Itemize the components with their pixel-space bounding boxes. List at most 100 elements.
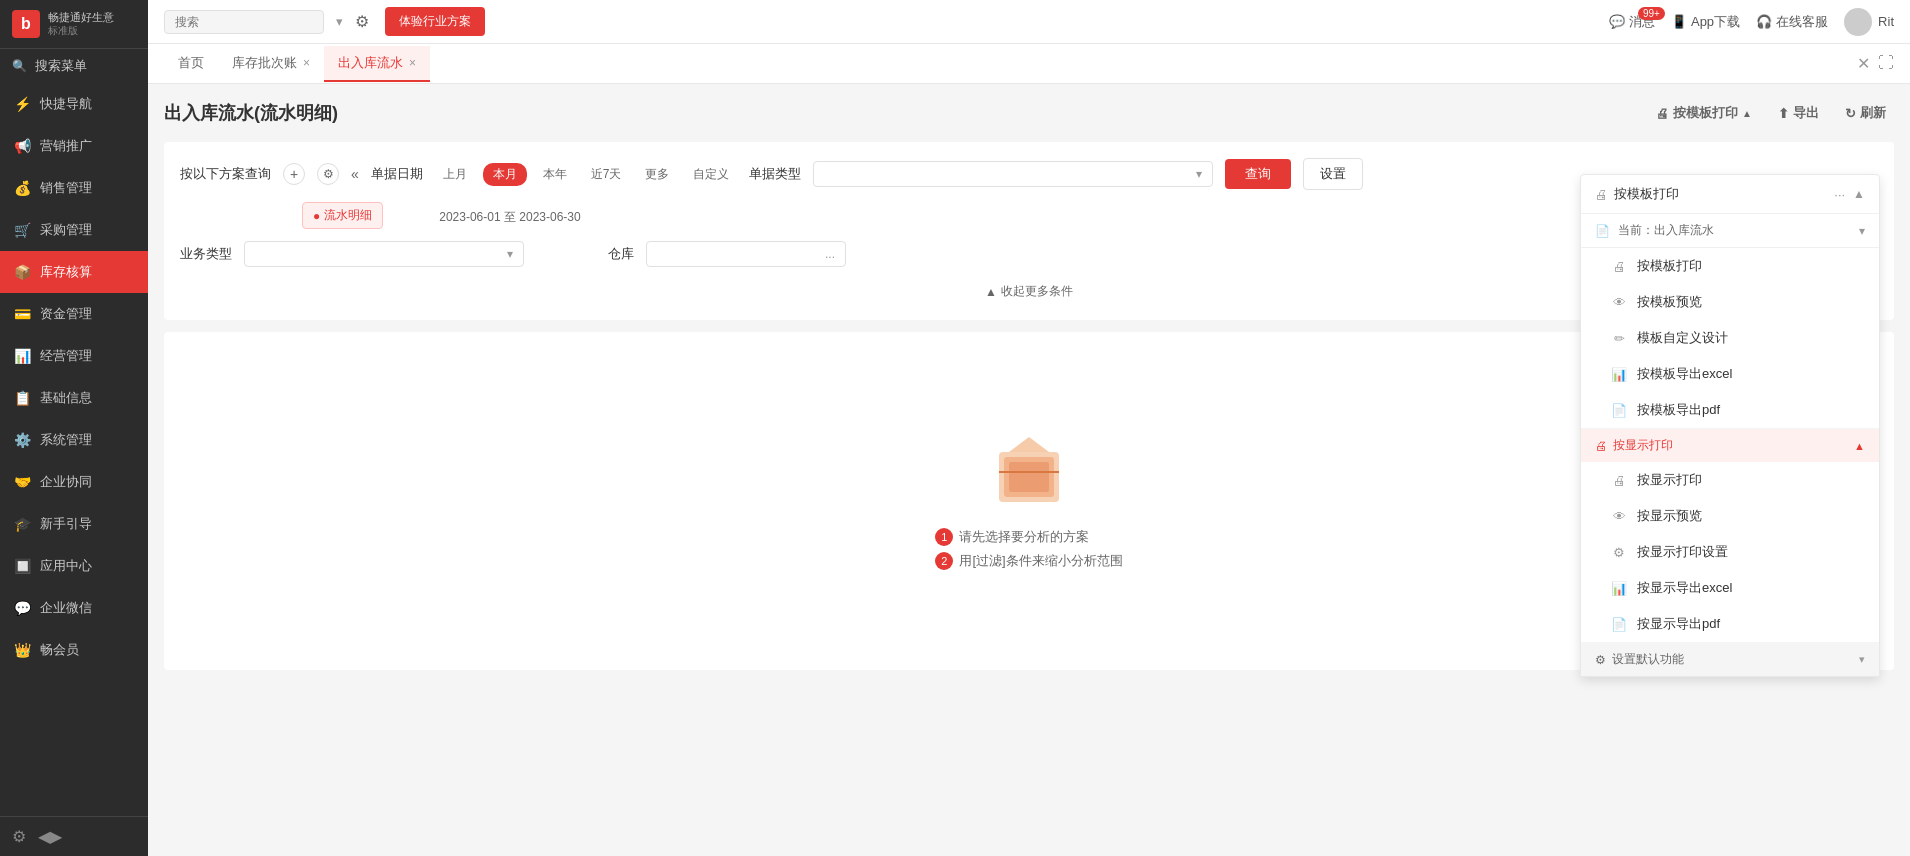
display-print-item[interactable]: 🖨 按显示打印 — [1581, 462, 1879, 498]
biz-type-dropdown-icon: ▾ — [507, 247, 513, 261]
date-last-month-btn[interactable]: 上月 — [435, 162, 475, 187]
print-icon-header: 🖨 — [1595, 187, 1608, 202]
warehouse-input[interactable]: ... — [646, 241, 846, 267]
warehouse-more-icon[interactable]: ... — [825, 247, 835, 261]
current-dropdown-icon[interactable]: ▾ — [1859, 224, 1865, 238]
sidebar-item-marketing[interactable]: 📢 营销推广 — [0, 125, 148, 167]
topbar: ▾ ⚙ 体验行业方案 💬 消息 99+ 📱 App下载 🎧 在线客服 Rit — [148, 0, 1910, 44]
filter-scheme-tag[interactable]: ● 流水明细 — [302, 202, 383, 229]
template-export-excel-item[interactable]: 📊 按模板导出excel — [1581, 356, 1879, 392]
empty-state: 1 请先选择要分析的方案 2 用[过滤]条件来缩小分析范围 — [915, 372, 1142, 630]
filter-add-btn[interactable]: + — [283, 163, 305, 185]
dropdown-collapse-icon[interactable]: ▲ — [1853, 187, 1865, 201]
sidebar-item-label: 系统管理 — [40, 431, 92, 449]
date-7days-btn[interactable]: 近7天 — [583, 162, 630, 187]
template-print-item-label: 按模板打印 — [1637, 257, 1702, 275]
date-current-month-btn[interactable]: 本月 — [483, 163, 527, 186]
topbar-dropdown-arrow[interactable]: ▾ — [336, 14, 343, 29]
trial-btn[interactable]: 体验行业方案 — [385, 7, 485, 36]
refresh-label: 刷新 — [1860, 104, 1886, 122]
topbar-search-input[interactable] — [164, 10, 324, 34]
tab-inventory-batch[interactable]: 库存批次账 × — [218, 46, 324, 82]
display-print-section-header[interactable]: 🖨 按显示打印 ▲ — [1581, 429, 1879, 462]
collapse-sidebar-icon[interactable]: ◀▶ — [38, 827, 62, 846]
date-current-year-btn[interactable]: 本年 — [535, 162, 575, 187]
biz-type-input[interactable]: ▾ — [244, 241, 524, 267]
sidebar-item-member[interactable]: 👑 畅会员 — [0, 629, 148, 671]
member-icon: 👑 — [12, 640, 32, 660]
display-preview-icon: 👁 — [1611, 508, 1627, 524]
app-version: 标准版 — [48, 24, 114, 38]
filter-collapse-btn[interactable]: « — [351, 166, 359, 182]
display-export-excel-item[interactable]: 📊 按显示导出excel — [1581, 570, 1879, 606]
tab-inout-flow[interactable]: 出入库流水 × — [324, 46, 430, 82]
display-print-collapse-icon[interactable]: ▲ — [1854, 440, 1865, 452]
tab-home[interactable]: 首页 — [164, 46, 218, 82]
default-settings-expand-icon[interactable]: ▾ — [1859, 653, 1865, 666]
template-custom-item[interactable]: ✏ 模板自定义设计 — [1581, 320, 1879, 356]
print-small-icon: 🖨 — [1611, 258, 1627, 274]
app-download-btn[interactable]: 📱 App下载 — [1671, 13, 1740, 31]
sidebar-item-apps[interactable]: 🔲 应用中心 — [0, 545, 148, 587]
tab-home-label: 首页 — [178, 54, 204, 72]
template-export-pdf-item[interactable]: 📄 按模板导出pdf — [1581, 392, 1879, 428]
date-custom-btn[interactable]: 自定义 — [685, 162, 737, 187]
sidebar-search-label: 搜索菜单 — [35, 57, 87, 75]
chevron-up-icon: ▲ — [1742, 108, 1752, 119]
svg-marker-4 — [1009, 437, 1049, 452]
export-label: 导出 — [1793, 104, 1819, 122]
template-preview-item[interactable]: 👁 按模板预览 — [1581, 284, 1879, 320]
sidebar-search-item[interactable]: 🔍 搜索菜单 — [0, 49, 148, 83]
template-print-item[interactable]: 🖨 按模板打印 — [1581, 248, 1879, 284]
search-icon: 🔍 — [12, 59, 27, 73]
display-export-pdf-label: 按显示导出pdf — [1637, 615, 1720, 633]
sidebar-item-guide[interactable]: 🎓 新手引导 — [0, 503, 148, 545]
marketing-icon: 📢 — [12, 136, 32, 156]
tab-inout-flow-close[interactable]: × — [409, 56, 416, 70]
window-close-btn[interactable]: ✕ — [1857, 54, 1870, 73]
display-print-item-label: 按显示打印 — [1637, 471, 1702, 489]
sidebar-item-label: 经营管理 — [40, 347, 92, 365]
hint-text-2: 用[过滤]条件来缩小分析范围 — [959, 552, 1122, 570]
sidebar-item-quick-nav[interactable]: ⚡ 快捷导航 — [0, 83, 148, 125]
display-print-settings-item[interactable]: ⚙ 按显示打印设置 — [1581, 534, 1879, 570]
sidebar-item-system[interactable]: ⚙️ 系统管理 — [0, 419, 148, 461]
sidebar-item-wechat[interactable]: 💬 企业微信 — [0, 587, 148, 629]
more-options-icon[interactable]: ··· — [1834, 187, 1845, 202]
sidebar-item-sales[interactable]: 💰 销售管理 — [0, 167, 148, 209]
query-btn[interactable]: 查询 — [1225, 159, 1291, 189]
filter-settings-apply-btn[interactable]: 设置 — [1303, 158, 1363, 190]
refresh-btn[interactable]: ↻ 刷新 — [1837, 100, 1894, 126]
avatar — [1844, 8, 1872, 36]
topbar-gear-icon[interactable]: ⚙ — [355, 12, 369, 31]
sidebar-item-inventory[interactable]: 📦 库存核算 — [0, 251, 148, 293]
sidebar-item-finance[interactable]: 💳 资金管理 — [0, 293, 148, 335]
tab-inventory-batch-close[interactable]: × — [303, 56, 310, 70]
message-badge[interactable]: 💬 消息 99+ — [1609, 13, 1655, 31]
doc-type-input[interactable]: ▾ — [813, 161, 1213, 187]
sidebar-item-purchase[interactable]: 🛒 采购管理 — [0, 209, 148, 251]
dropdown-header: 🖨 按模板打印 ··· ▲ — [1581, 175, 1879, 214]
display-preview-label: 按显示预览 — [1637, 507, 1702, 525]
window-expand-btn[interactable]: ⛶ — [1878, 54, 1894, 73]
display-export-pdf-item[interactable]: 📄 按显示导出pdf — [1581, 606, 1879, 642]
sidebar-logo: b 畅捷通好生意 标准版 — [0, 0, 148, 49]
user-name: Rit — [1878, 14, 1894, 29]
warehouse-label: 仓库 — [608, 245, 634, 263]
excel-icon: 📊 — [1611, 366, 1627, 382]
sidebar-item-cooperation[interactable]: 🤝 企业协同 — [0, 461, 148, 503]
filter-settings-btn[interactable]: ⚙ — [317, 163, 339, 185]
default-settings-header[interactable]: ⚙ 设置默认功能 ▾ — [1581, 643, 1879, 676]
customer-service-btn[interactable]: 🎧 在线客服 — [1756, 13, 1828, 31]
display-preview-item[interactable]: 👁 按显示预览 — [1581, 498, 1879, 534]
hint-num-1: 1 — [935, 528, 953, 546]
settings-icon[interactable]: ⚙ — [12, 827, 26, 846]
page-title: 出入库流水(流水明细) — [164, 101, 338, 125]
user-profile[interactable]: Rit — [1844, 8, 1894, 36]
export-btn[interactable]: ⬆ 导出 — [1770, 100, 1827, 126]
biz-type-label: 业务类型 — [180, 245, 232, 263]
sidebar-item-operation[interactable]: 📊 经营管理 — [0, 335, 148, 377]
template-print-btn[interactable]: 🖨 按模板打印 ▲ — [1648, 100, 1760, 126]
sidebar-item-basic[interactable]: 📋 基础信息 — [0, 377, 148, 419]
date-more-btn[interactable]: 更多 — [637, 162, 677, 187]
